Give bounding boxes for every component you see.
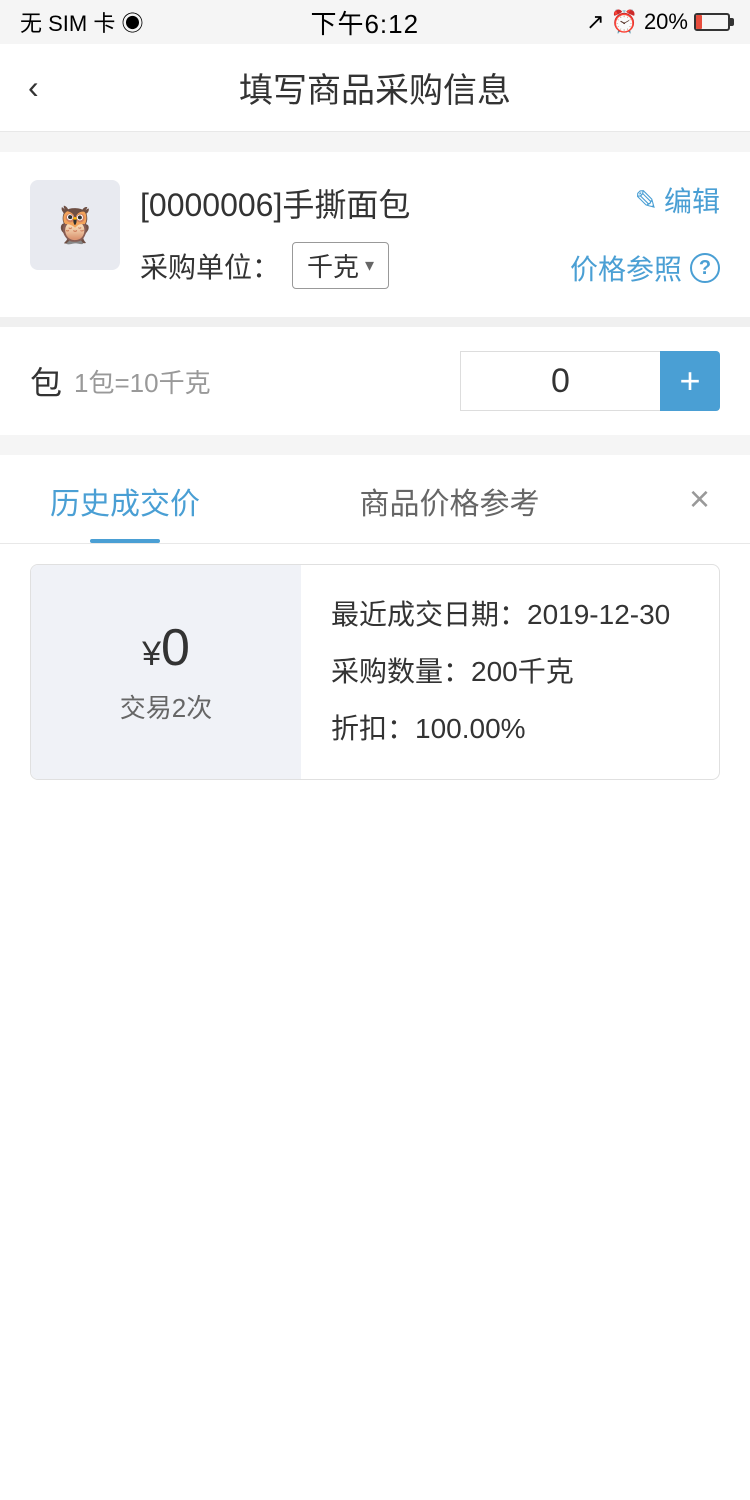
purchase-qty-value: 200千克 — [471, 656, 574, 687]
edit-button[interactable]: ✎ 编辑 — [635, 180, 720, 220]
recent-date-value: 2019-12-30 — [527, 599, 670, 630]
edit-label: 编辑 — [664, 180, 720, 220]
tab-product-price-ref[interactable]: 商品价格参考 — [339, 455, 559, 543]
quantity-input-group: + — [460, 351, 720, 411]
unit-value: 千克 — [307, 247, 359, 284]
nav-bar: ‹ 填写商品采购信息 — [0, 44, 750, 132]
status-right: ↗ ⏰ 20% — [586, 9, 730, 35]
price-ref-button[interactable]: 价格参照 — [570, 248, 682, 288]
history-card-wrapper: ¥0 交易2次 最近成交日期：2019-12-30 采购数量：200千克 折扣：… — [0, 544, 750, 800]
price-ref-row: 价格参照 ? — [570, 248, 720, 288]
product-header: 🦉 [0000006]手撕面包 采购单位： 千克 ▾ ✎ 编辑 价格参照 — [30, 180, 720, 289]
tabs-section: 历史成交价 商品价格参考 × ¥0 交易2次 最近成交日期：2019-12-30… — [0, 455, 750, 800]
history-card: ¥0 交易2次 最近成交日期：2019-12-30 采购数量：200千克 折扣：… — [30, 564, 720, 780]
product-unit-row: 采购单位： 千克 ▾ — [140, 242, 410, 289]
tabs-header: 历史成交价 商品价格参考 × — [0, 455, 750, 544]
back-button[interactable]: ‹ — [28, 69, 39, 106]
quantity-unit-badge: 包 — [30, 358, 62, 404]
alarm-icon: ⏰ — [611, 9, 638, 35]
page-title: 填写商品采购信息 — [239, 63, 511, 112]
unit-dropdown[interactable]: 千克 ▾ — [292, 242, 389, 289]
tab-history-price[interactable]: 历史成交价 — [30, 455, 220, 543]
quantity-conversion: 1包=10千克 — [74, 363, 211, 400]
history-price-left: ¥0 交易2次 — [31, 565, 301, 779]
product-name: [0000006]手撕面包 — [140, 180, 410, 226]
sim-signal: 无 SIM 卡 ◉ — [20, 6, 143, 38]
product-left: 🦉 [0000006]手撕面包 采购单位： 千克 ▾ — [30, 180, 410, 289]
discount-value: 100.00% — [415, 713, 526, 744]
product-logo-icon: 🦉 — [53, 204, 98, 246]
tab-close-button[interactable]: × — [679, 478, 720, 520]
purchase-qty-label: 采购数量： — [331, 656, 471, 687]
transaction-count: 交易2次 — [120, 688, 212, 725]
quantity-left: 包 1包=10千克 — [30, 358, 211, 404]
recent-date-label: 最近成交日期： — [331, 599, 527, 630]
unit-label: 采购单位： — [140, 246, 280, 286]
quantity-row: 包 1包=10千克 + — [0, 327, 750, 435]
currency-symbol: ¥ — [142, 635, 161, 673]
quantity-input[interactable] — [460, 351, 660, 411]
purchase-qty-line: 采购数量：200千克 — [331, 652, 689, 691]
status-left: 无 SIM 卡 ◉ — [20, 6, 143, 38]
status-time: 下午6:12 — [310, 4, 419, 41]
discount-line: 折扣：100.00% — [331, 709, 689, 748]
product-info: [0000006]手撕面包 采购单位： 千克 ▾ — [140, 180, 410, 289]
section-divider — [0, 317, 750, 327]
status-bar: 无 SIM 卡 ◉ 下午6:12 ↗ ⏰ 20% — [0, 0, 750, 44]
recent-date-line: 最近成交日期：2019-12-30 — [331, 595, 689, 634]
price-value: 0 — [161, 619, 190, 677]
chevron-down-icon: ▾ — [365, 255, 374, 276]
discount-label: 折扣： — [331, 713, 415, 744]
quantity-plus-button[interactable]: + — [660, 351, 720, 411]
product-card: 🦉 [0000006]手撕面包 采购单位： 千克 ▾ ✎ 编辑 价格参照 — [0, 152, 750, 317]
history-price-display: ¥0 — [142, 618, 190, 678]
edit-icon: ✎ — [635, 184, 658, 217]
battery-icon — [694, 13, 730, 31]
history-details-right: 最近成交日期：2019-12-30 采购数量：200千克 折扣：100.00% — [301, 565, 719, 779]
battery-percent: 20% — [644, 9, 688, 35]
product-image: 🦉 — [30, 180, 120, 270]
help-icon[interactable]: ? — [690, 253, 720, 283]
main-content-area — [0, 800, 750, 1500]
location-icon: ↗ — [586, 9, 604, 35]
